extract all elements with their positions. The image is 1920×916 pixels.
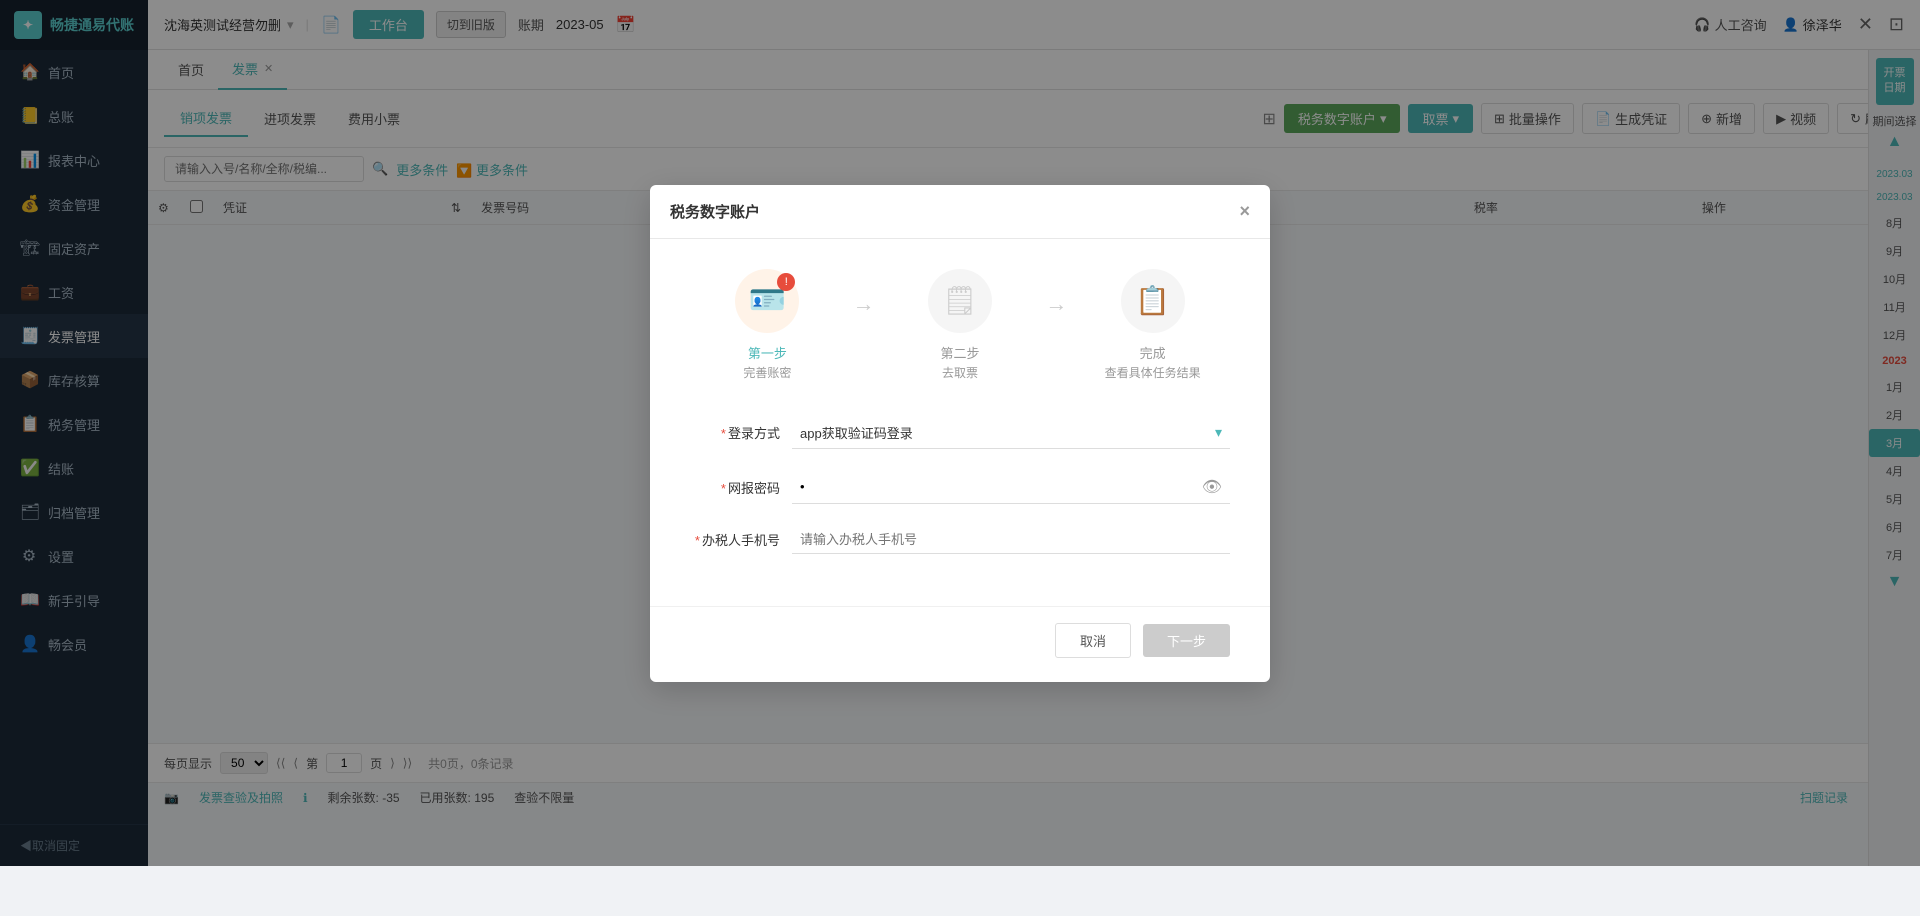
modal-overlay: 税务数字账户 × 🪪 ! 第一步 完善账密 → xyxy=(0,0,1920,866)
step-3-label: 完成 xyxy=(1140,343,1166,362)
step-1-label: 第一步 xyxy=(748,343,787,362)
step-1-icon-wrap: 🪪 ! xyxy=(735,269,799,333)
step-3-icon: 📋 xyxy=(1135,284,1170,317)
password-row: 网报密码 👁 xyxy=(690,471,1230,504)
step-2-desc: 去取票 xyxy=(942,364,978,381)
step-3-desc: 查看具体任务结果 xyxy=(1105,364,1201,381)
phone-row: 办税人手机号 xyxy=(690,526,1230,554)
dialog-footer: 取消 下一步 xyxy=(650,606,1270,682)
password-input[interactable] xyxy=(800,479,1202,494)
password-field-wrap: 👁 xyxy=(792,471,1230,504)
dialog-title: 税务数字账户 xyxy=(670,201,760,222)
steps-indicator: 🪪 ! 第一步 完善账密 → 🗒 第二步 去取票 → xyxy=(690,269,1230,381)
cancel-button[interactable]: 取消 xyxy=(1055,623,1131,658)
step-1-desc: 完善账密 xyxy=(743,364,791,381)
step-1: 🪪 ! 第一步 完善账密 xyxy=(690,269,845,381)
step-3: 📋 完成 查看具体任务结果 xyxy=(1075,269,1230,381)
step-2-icon: 🗒 xyxy=(942,284,978,317)
password-label: 网报密码 xyxy=(690,478,780,497)
login-method-arrow-icon: ▾ xyxy=(1215,424,1222,441)
dialog-body: 🪪 ! 第一步 完善账密 → 🗒 第二步 去取票 → xyxy=(650,239,1270,606)
next-button[interactable]: 下一步 xyxy=(1143,624,1230,657)
login-method-row: 登录方式 app获取验证码登录 ▾ xyxy=(690,417,1230,449)
step-arrow-1: → xyxy=(853,291,875,317)
login-method-value: app获取验证码登录 xyxy=(800,423,913,442)
dialog-close-button[interactable]: × xyxy=(1239,202,1250,220)
login-method-label: 登录方式 xyxy=(690,423,780,442)
phone-label: 办税人手机号 xyxy=(690,530,780,549)
step-arrow-2: → xyxy=(1045,291,1067,317)
step-2-icon-wrap: 🗒 xyxy=(928,269,992,333)
step-1-badge: ! xyxy=(777,273,795,291)
step-3-icon-wrap: 📋 xyxy=(1121,269,1185,333)
phone-input[interactable] xyxy=(792,526,1230,554)
step-2: 🗒 第二步 去取票 xyxy=(883,269,1038,381)
step-2-label: 第二步 xyxy=(941,343,980,362)
dialog-header: 税务数字账户 × xyxy=(650,185,1270,239)
password-eye-icon[interactable]: 👁 xyxy=(1202,477,1222,497)
login-method-select[interactable]: app获取验证码登录 ▾ xyxy=(792,417,1230,449)
tax-account-dialog: 税务数字账户 × 🪪 ! 第一步 完善账密 → xyxy=(650,185,1270,682)
